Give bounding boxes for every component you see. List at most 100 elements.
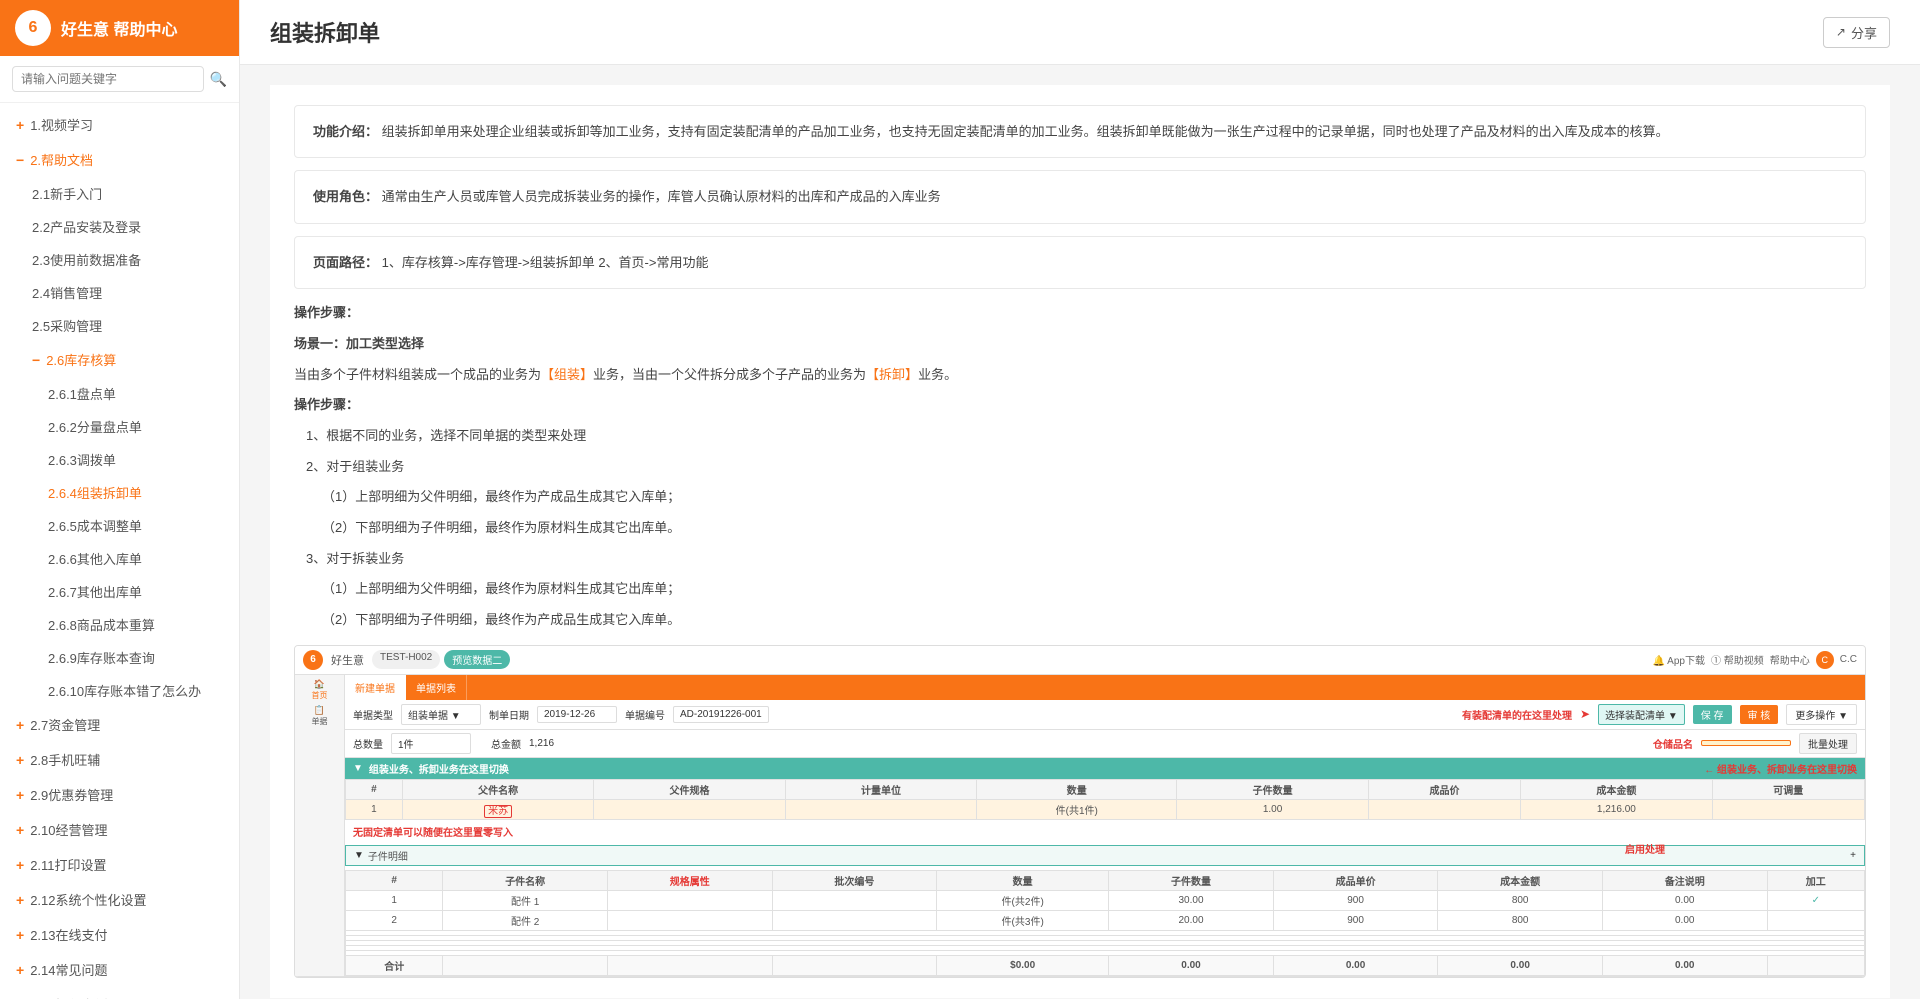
sidebar-item-2-8[interactable]: + 2.8手机旺辅: [0, 742, 239, 777]
screenshot-container: 6 好生意 TEST-H002 预览数据二 🔔 App下载 ① 帮助视频 帮助中…: [294, 645, 1866, 978]
ss-toolbar-save[interactable]: 保 存: [1693, 705, 1732, 724]
sidebar-sub-item-2-6-2[interactable]: 2.6.2分量盘点单: [0, 410, 239, 443]
sidebar-sub-item-2-4[interactable]: 2.4销售管理: [0, 276, 239, 309]
ss-lower-add-btn[interactable]: +: [1850, 850, 1856, 861]
ss-input-location[interactable]: [1701, 740, 1791, 746]
sidebar-item-2-14[interactable]: + 2.14常见问题: [0, 952, 239, 987]
ss-toolbar-more[interactable]: 更多操作 ▼: [1786, 704, 1857, 725]
ss-td-item: 米苏: [402, 799, 593, 819]
ss-ltd-cost: 800: [1438, 890, 1603, 910]
ss-td-unit: [785, 799, 976, 819]
role-label: 使用角色：: [313, 189, 378, 204]
step3: 3、对于拆装业务: [306, 547, 1866, 572]
ss-input-count[interactable]: 1件: [391, 733, 471, 754]
sidebar-item-2-15[interactable]: + 2.15操作案例: [0, 987, 239, 999]
ss-ltd-cost-2: 800: [1438, 910, 1603, 930]
ss-lth-item: 子件名称: [443, 870, 608, 890]
sidebar-item-2-9[interactable]: + 2.9优惠券管理: [0, 777, 239, 812]
minus-icon: −: [16, 152, 24, 168]
ann-assembly-list: 有装配清单的在这里处理: [1462, 707, 1572, 722]
sidebar-sub-item-2-6-10[interactable]: 2.6.10库存账本错了怎么办: [0, 674, 239, 707]
share-icon: ↗: [1836, 25, 1846, 39]
ss-lower-section-label: 子件明细: [368, 848, 408, 863]
ss-sidebar-tabs: 🏠首页 📋单据 新建单据 单据列表 单据类型 组装单据 ▼: [295, 675, 1865, 977]
logo-circle: 6: [15, 10, 51, 46]
screenshot-inner: 6 好生意 TEST-H002 预览数据二 🔔 App下载 ① 帮助视频 帮助中…: [295, 646, 1865, 977]
plus-icon-2-11: +: [16, 857, 24, 873]
ss-input-no[interactable]: AD-20191226-001: [673, 706, 769, 723]
ss-lfoot-c2: [607, 955, 772, 975]
path-text: 1、库存核算->库存管理->组装拆卸单 2、首页->常用功能: [382, 255, 709, 270]
ss-ltd-op-2[interactable]: [1767, 910, 1864, 930]
ss-user-name: C.C: [1840, 654, 1857, 665]
ss-lfoot-cost: 0.00: [1438, 955, 1603, 975]
ss-ltd-op[interactable]: ✓: [1767, 890, 1864, 910]
ss-ltd-subqty-2: 20.00: [1109, 910, 1274, 930]
ss-input-type[interactable]: 组装单据 ▼: [401, 704, 481, 725]
op-steps-label: 操作步骤：: [294, 305, 359, 320]
ss-top-right: 🔔 App下载 ① 帮助视频 帮助中心 C C.C: [1653, 651, 1858, 669]
sidebar-item-2-13[interactable]: + 2.13在线支付: [0, 917, 239, 952]
search-input[interactable]: [12, 66, 204, 92]
ss-input-bom[interactable]: 选择装配清单 ▼: [1598, 704, 1685, 725]
ss-icon-order[interactable]: 📋单据: [312, 705, 328, 727]
ss-tab-list[interactable]: 单据列表: [406, 675, 467, 700]
ss-left-icons: 🏠首页 📋单据: [295, 675, 345, 976]
share-button[interactable]: ↗ 分享: [1823, 17, 1890, 48]
op-steps2-label: 操作步骤：: [294, 397, 359, 412]
sidebar-item-2-7[interactable]: + 2.7资金管理: [0, 707, 239, 742]
ann-location: 仓储品名: [1653, 736, 1693, 751]
plus-icon-2-10: +: [16, 822, 24, 838]
ss-ltd-item-2: 配件 2: [443, 910, 608, 930]
ss-ltd-remark-2: 0.00: [1602, 910, 1767, 930]
ss-input-date[interactable]: 2019-12-26: [537, 706, 617, 723]
ss-lower-table: # 子件名称 规格属性 批次编号 数量 子件数量 成品单价 成本金额 备注说明: [345, 870, 1865, 976]
ss-lfoot-c1: [443, 955, 608, 975]
sidebar-sub-item-2-6-1[interactable]: 2.6.1盘点单: [0, 377, 239, 410]
sidebar-sub-item-2-3[interactable]: 2.3使用前数据准备: [0, 243, 239, 276]
sidebar-sub-item-2-6-5[interactable]: 2.6.5成本调整单: [0, 509, 239, 542]
sidebar-item-2-6[interactable]: − 2.6库存核算: [0, 342, 239, 377]
ss-td-item-box: 米苏: [484, 805, 512, 818]
ss-lth-batchno: 批次编号: [772, 870, 937, 890]
sidebar-item-help-docs[interactable]: − 2.帮助文档: [0, 142, 239, 177]
sidebar-sub-item-2-6-7[interactable]: 2.6.7其他出库单: [0, 575, 239, 608]
ss-help-tip: ① 帮助视频: [1711, 652, 1764, 667]
scene1-desc: 当由多个子件材料组装成一个成品的业务为【组装】业务，当由一个父件拆分成多个子产品…: [294, 363, 1866, 388]
ss-lower-expand-icon: ▼: [354, 850, 364, 861]
sidebar-sub-item-2-1[interactable]: 2.1新手入门: [0, 177, 239, 210]
sidebar-sub-item-2-6-9[interactable]: 2.6.9库存账本查询: [0, 641, 239, 674]
ss-tab-new[interactable]: 新建单据: [345, 675, 406, 700]
page-title: 组装拆卸单: [270, 16, 380, 48]
sidebar-sub-item-2-6-4[interactable]: 2.6.4组装拆卸单: [0, 476, 239, 509]
sidebar-sub-item-2-6-6[interactable]: 2.6.6其他入库单: [0, 542, 239, 575]
ss-icon-home[interactable]: 🏠首页: [312, 679, 328, 701]
ss-lth-qty: 数量: [937, 870, 1109, 890]
ann-enable: 启用处理: [1625, 841, 1665, 856]
sidebar-sub-item-2-6-3[interactable]: 2.6.3调拨单: [0, 443, 239, 476]
ss-th-unit: 计量单位: [785, 779, 976, 799]
ss-lfoot-total-label: 合计: [346, 955, 443, 975]
ss-ltd-sku: [607, 890, 772, 910]
sidebar-item-video[interactable]: + 1.视频学习: [0, 107, 239, 142]
ss-label-total: 总金额: [491, 736, 521, 751]
ss-btn-batch[interactable]: 批量处理: [1799, 733, 1857, 754]
sidebar-sub-item-2-2[interactable]: 2.2产品安装及登录: [0, 210, 239, 243]
sidebar-sub-item-2-5[interactable]: 2.5采购管理: [0, 309, 239, 342]
ss-top-detail-header: 总数量 1件 总金额 1,216 仓储品名 批量处理: [345, 730, 1865, 758]
ss-toolbar-label-type: 单据类型: [353, 707, 393, 722]
ss-toolbar-submit[interactable]: 审 核: [1740, 705, 1779, 724]
sidebar-item-2-10[interactable]: + 2.10经营管理: [0, 812, 239, 847]
ss-td-sku: [594, 799, 785, 819]
ss-table-header-row: # 父件名称 父件规格 计量单位 数量 子件数量 成品价 成本金额 可调量: [346, 779, 1865, 799]
ss-ltd-qty: 件(共2件): [937, 890, 1109, 910]
sidebar-header: 6 好生意 帮助中心: [0, 0, 239, 56]
ss-td-seq: 1: [346, 799, 403, 819]
ss-pill-test: TEST-H002: [372, 650, 440, 669]
sidebar-item-2-12[interactable]: + 2.12系统个性化设置: [0, 882, 239, 917]
search-icon[interactable]: 🔍: [210, 71, 227, 88]
ss-nav-pills: TEST-H002 预览数据二: [372, 650, 510, 669]
sidebar-item-2-11[interactable]: + 2.11打印设置: [0, 847, 239, 882]
sidebar-sub-item-2-6-8[interactable]: 2.6.8商品成本重算: [0, 608, 239, 641]
scene1-title: 场景一：加工类型选择: [294, 336, 424, 351]
